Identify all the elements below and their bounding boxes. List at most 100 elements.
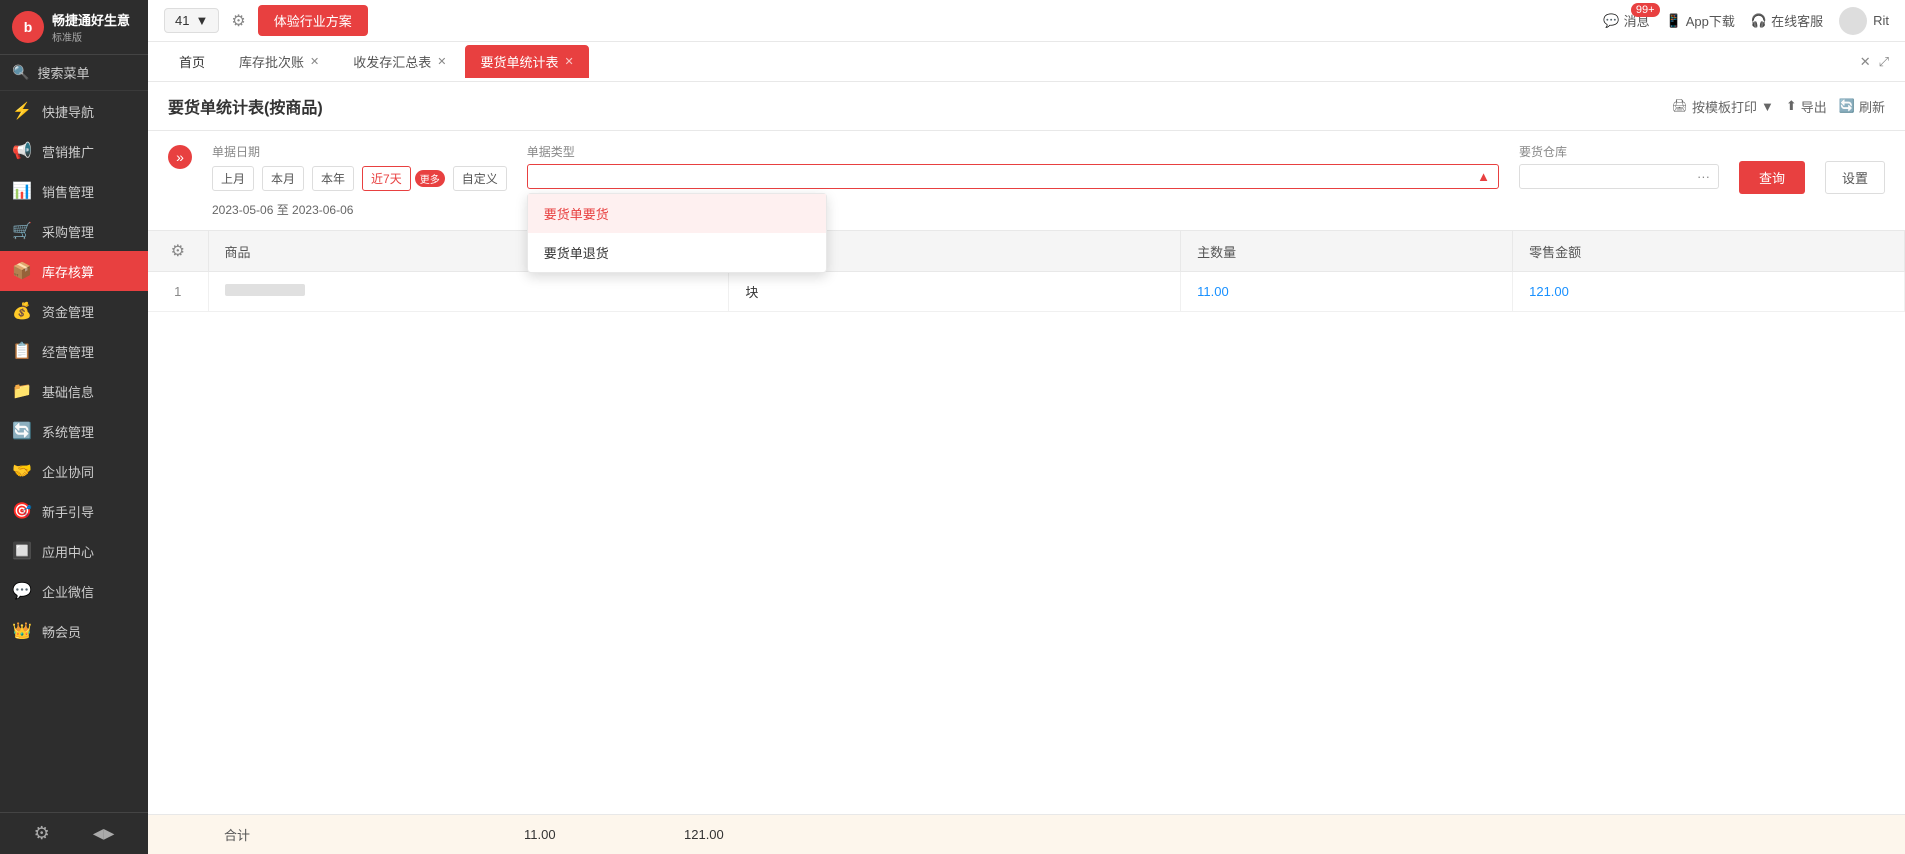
table-gear-icon[interactable]: ⚙ <box>171 243 185 260</box>
tab-home-label: 首页 <box>179 52 205 71</box>
type-filter-input[interactable]: ▲ <box>527 164 1499 189</box>
sidebar-collapse-icon[interactable]: ◀▶ <box>93 825 115 842</box>
tab-close-icon[interactable]: ✕ <box>437 55 446 68</box>
cooperation-icon: 🤝 <box>12 461 32 481</box>
trial-btn[interactable]: 体验行业方案 <box>258 5 368 36</box>
footer-label: 合计 <box>164 825 524 844</box>
th-settings[interactable]: ⚙ <box>148 231 208 272</box>
main-area: 41 ▼ ⚙ 体验行业方案 💬 消息 99+ 📱 App下载 🎧 在线客服 <box>148 0 1905 854</box>
date-btn-last-month[interactable]: 上月 <box>212 166 254 191</box>
td-quantity: 11.00 <box>1181 272 1513 312</box>
tab-close-icon[interactable]: ✕ <box>310 55 319 68</box>
tabbar: 首页 库存批次账 ✕ 收发存汇总表 ✕ 要货单统计表 ✕ ✕ ⤢ <box>148 42 1905 82</box>
message-badge: 99+ <box>1631 3 1660 17</box>
sidebar-item-finance[interactable]: 💰 资金管理 <box>0 291 148 331</box>
app-center-icon: 🔲 <box>12 541 32 561</box>
sidebar-item-label: 畅会员 <box>42 622 81 641</box>
type-dropdown: 要货单要货 要货单退货 <box>527 193 827 273</box>
dropdown-item-order-return[interactable]: 要货单退货 <box>528 233 826 272</box>
topbar-left: 41 ▼ ⚙ 体验行业方案 <box>164 5 1603 36</box>
sidebar-item-basic-info[interactable]: 📁 基础信息 <box>0 371 148 411</box>
page-actions: 🖨 按模板打印 ▼ ⬆ 导出 🔄 刷新 <box>1671 97 1885 116</box>
sidebar-item-label: 库存核算 <box>42 262 94 281</box>
sidebar-item-operations[interactable]: 📋 经营管理 <box>0 331 148 371</box>
sidebar-item-label: 资金管理 <box>42 302 94 321</box>
filter-expander-button[interactable]: » <box>168 145 192 169</box>
date-btn-last-7-days[interactable]: 近7天 <box>362 166 411 191</box>
sidebar-settings-icon[interactable]: ⚙ <box>34 823 50 844</box>
type-input-field[interactable] <box>536 169 1477 184</box>
sidebar-item-quick-nav[interactable]: ⚡ 快捷导航 <box>0 91 148 131</box>
sidebar-item-membership[interactable]: 👑 畅会员 <box>0 611 148 651</box>
purchase-icon: 🛒 <box>12 221 32 241</box>
tabbar-actions: ✕ ⤢ <box>1860 54 1889 70</box>
date-filter-label: 单据日期 <box>212 143 507 160</box>
refresh-button[interactable]: 🔄 刷新 <box>1839 97 1885 116</box>
operations-icon: 📋 <box>12 341 32 361</box>
tab-expand-icon[interactable]: ⤢ <box>1879 54 1889 70</box>
sidebar-item-guide[interactable]: 🎯 新手引导 <box>0 491 148 531</box>
app-download-button[interactable]: 📱 App下载 <box>1666 11 1735 30</box>
sidebar-item-app-center[interactable]: 🔲 应用中心 <box>0 531 148 571</box>
type-filter-label: 单据类型 <box>527 143 1499 160</box>
tab-close-all-icon[interactable]: ✕ <box>1860 54 1871 70</box>
tab-batch-account[interactable]: 库存批次账 ✕ <box>224 45 334 78</box>
sidebar-item-label: 企业协同 <box>42 462 94 481</box>
warehouse-filter-label: 要货仓库 <box>1519 143 1719 160</box>
query-button[interactable]: 查询 <box>1739 161 1805 194</box>
page-content: 要货单统计表(按商品) 🖨 按模板打印 ▼ ⬆ 导出 🔄 刷新 <box>148 82 1905 854</box>
enterprise-wechat-icon: 💬 <box>12 581 32 601</box>
warehouse-filter-input[interactable]: ··· <box>1519 164 1719 189</box>
message-icon: 💬 <box>1603 13 1619 29</box>
dropdown-item-order-purchase[interactable]: 要货单要货 <box>528 194 826 233</box>
tab-order-stats[interactable]: 要货单统计表 ✕ <box>465 45 588 78</box>
sidebar-search[interactable]: 🔍 搜索菜单 <box>0 55 148 91</box>
sidebar-item-label: 经营管理 <box>42 342 94 361</box>
footer-quantity: 11.00 <box>524 827 684 842</box>
app-subtitle: 标准版 <box>52 29 130 44</box>
tab-receive-summary[interactable]: 收发存汇总表 ✕ <box>338 45 461 78</box>
export-button[interactable]: ⬆ 导出 <box>1786 97 1827 116</box>
topbar: 41 ▼ ⚙ 体验行业方案 💬 消息 99+ 📱 App下载 🎧 在线客服 <box>148 0 1905 42</box>
sidebar-item-system[interactable]: 🔄 系统管理 <box>0 411 148 451</box>
setting-button[interactable]: 设置 <box>1825 161 1885 194</box>
sidebar-item-inventory[interactable]: 📦 库存核算 <box>0 251 148 291</box>
print-button[interactable]: 🖨 按模板打印 ▼ <box>1671 97 1773 116</box>
sidebar-item-marketing[interactable]: 📢 营销推广 <box>0 131 148 171</box>
type-chevron-up-icon[interactable]: ▲ <box>1477 169 1490 184</box>
sidebar-item-cooperation[interactable]: 🤝 企业协同 <box>0 451 148 491</box>
sidebar-item-sales[interactable]: 📊 销售管理 <box>0 171 148 211</box>
data-table: ⚙ 商品 主计量单位 主数量 零售金额 <box>148 231 1905 312</box>
message-button[interactable]: 💬 消息 99+ <box>1603 11 1649 30</box>
inventory-icon: 📦 <box>12 261 32 281</box>
user-menu[interactable]: Rit <box>1839 7 1889 35</box>
sidebar-item-label: 营销推广 <box>42 142 94 161</box>
tab-label: 库存批次账 <box>239 52 304 71</box>
tab-home[interactable]: 首页 <box>164 45 220 78</box>
service-icon: 🎧 <box>1751 13 1767 29</box>
date-btn-this-year[interactable]: 本年 <box>312 166 354 191</box>
date-btn-this-month[interactable]: 本月 <box>262 166 304 191</box>
type-filter-group: 单据类型 ▲ 要货单要货 要货单退货 <box>527 143 1499 189</box>
app-logo: b <box>12 11 44 43</box>
tab-close-icon[interactable]: ✕ <box>565 55 574 68</box>
sidebar-item-label: 新手引导 <box>42 502 94 521</box>
system-icon: 🔄 <box>12 421 32 441</box>
tab-label: 收发存汇总表 <box>353 52 431 71</box>
user-avatar <box>1839 7 1867 35</box>
company-selector[interactable]: 41 ▼ <box>164 8 219 33</box>
sidebar-item-enterprise-wechat[interactable]: 💬 企业微信 <box>0 571 148 611</box>
sales-icon: 📊 <box>12 181 32 201</box>
date-btn-custom[interactable]: 自定义 <box>453 166 507 191</box>
basic-info-icon: 📁 <box>12 381 32 401</box>
app-title: 畅捷通好生意 <box>52 10 130 29</box>
topbar-gear-icon[interactable]: ⚙ <box>231 11 245 31</box>
membership-icon: 👑 <box>12 621 32 641</box>
table-area: ⚙ 商品 主计量单位 主数量 零售金额 <box>148 231 1905 814</box>
online-service-button[interactable]: 🎧 在线客服 <box>1751 11 1823 30</box>
sidebar-item-purchase[interactable]: 🛒 采购管理 <box>0 211 148 251</box>
marketing-icon: 📢 <box>12 141 32 161</box>
filter-bar: » 单据日期 上月 本月 本年 近7天 更多 自定义 2023-05-06 至 … <box>148 131 1905 231</box>
search-icon: 🔍 <box>12 64 29 81</box>
more-options-badge[interactable]: 更多 <box>415 170 445 187</box>
